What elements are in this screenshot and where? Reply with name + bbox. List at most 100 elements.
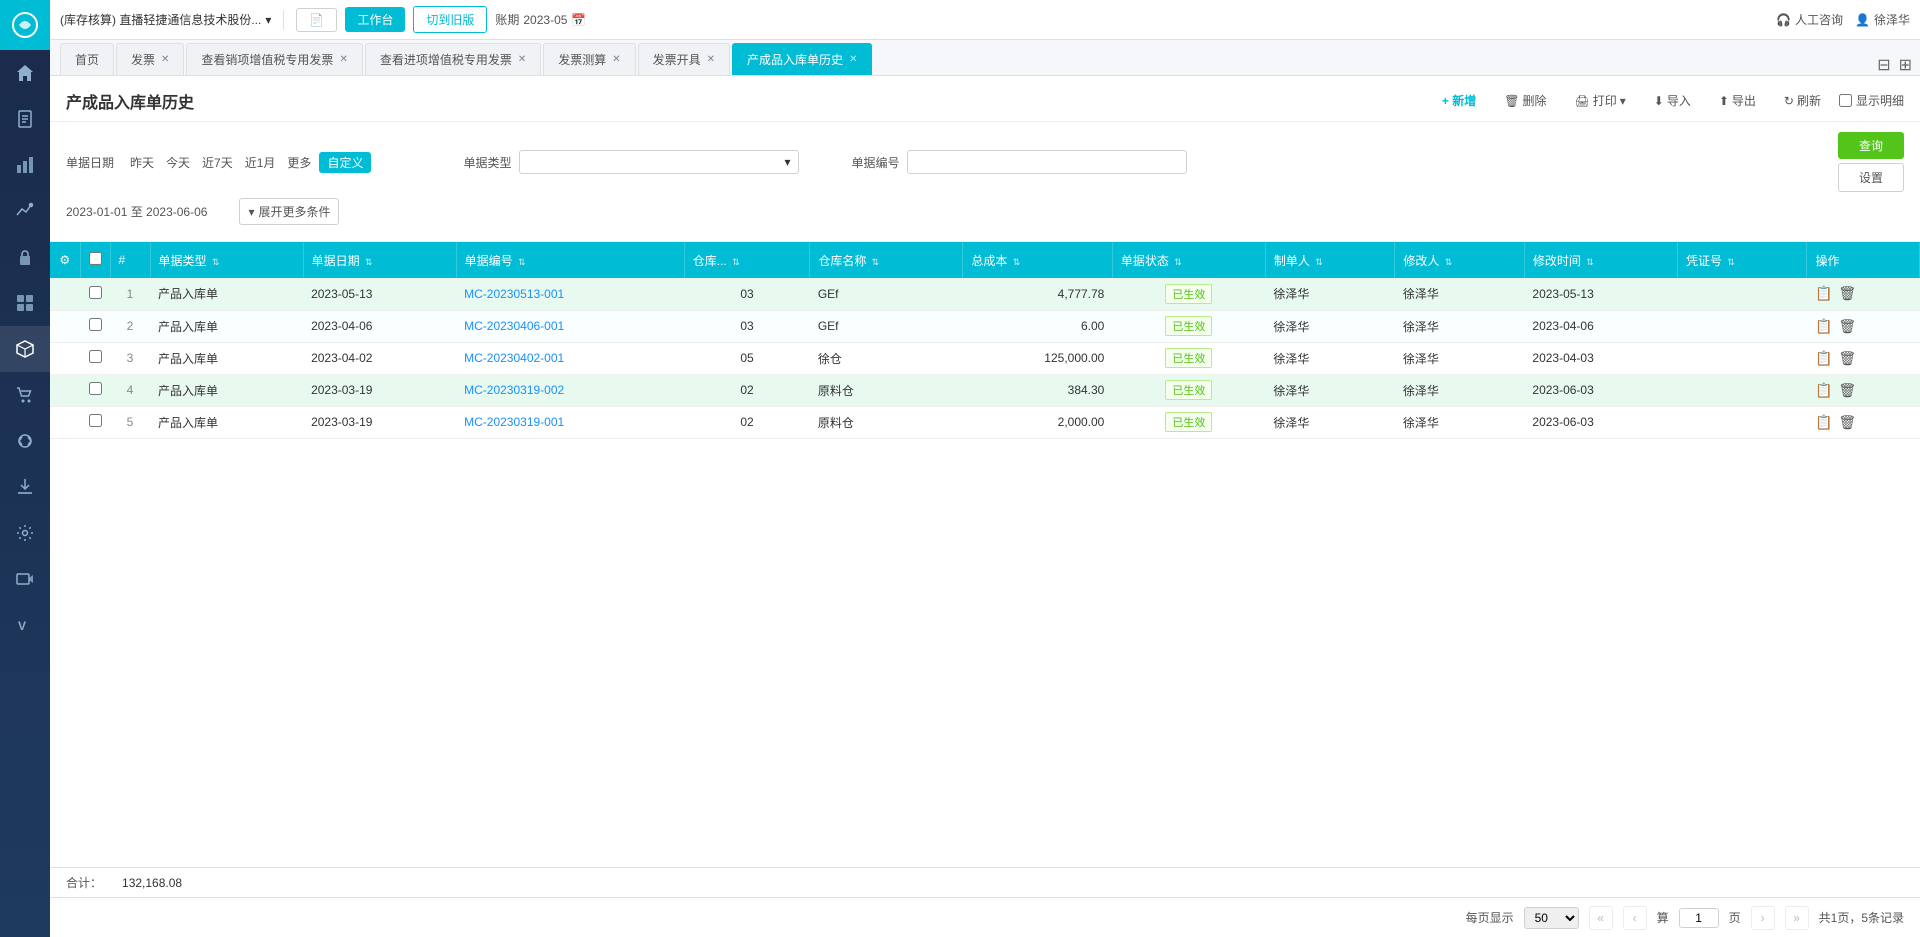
- row-delete-icon[interactable]: 🗑: [1838, 414, 1856, 431]
- date-today-btn[interactable]: 今天: [162, 152, 194, 173]
- col-type[interactable]: 单据类型 ⇅: [150, 242, 303, 278]
- date-more-btn[interactable]: 更多: [283, 152, 315, 173]
- row-checkbox-cell[interactable]: [80, 278, 110, 310]
- date-custom-btn[interactable]: 自定义: [319, 152, 371, 173]
- number-filter-input[interactable]: [907, 150, 1187, 174]
- col-warehouse-code[interactable]: 仓库... ⇅: [684, 242, 810, 278]
- workbench-button[interactable]: 工作台: [345, 7, 405, 32]
- display-toggle-checkbox[interactable]: [1839, 94, 1852, 107]
- row-number-cell[interactable]: MC-20230402-001: [456, 342, 684, 374]
- sidebar-item-chart[interactable]: [0, 142, 50, 188]
- logo[interactable]: [0, 0, 50, 50]
- sidebar-item-loop[interactable]: [0, 418, 50, 464]
- switch-version-button[interactable]: 切到旧版: [413, 6, 487, 33]
- delete-button[interactable]: 🗑 删除: [1494, 88, 1556, 113]
- row-checkbox[interactable]: [89, 318, 102, 331]
- row-number-cell[interactable]: MC-20230319-002: [456, 374, 684, 406]
- tab-sales-vat[interactable]: 查看销项增值税专用发票 ✕: [186, 43, 362, 75]
- topbar-doc-btn[interactable]: 📄: [296, 8, 337, 32]
- col-status[interactable]: 单据状态 ⇅: [1112, 242, 1265, 278]
- sidebar-item-home[interactable]: [0, 50, 50, 96]
- sidebar-item-grid[interactable]: [0, 280, 50, 326]
- tab-sales-vat-close[interactable]: ✕: [339, 54, 347, 65]
- select-all-checkbox[interactable]: [89, 252, 102, 265]
- page-number-input[interactable]: [1679, 908, 1719, 928]
- page-size-select[interactable]: 50 20 100: [1524, 907, 1579, 929]
- query-button[interactable]: 查询: [1838, 132, 1904, 159]
- col-warehouse-name[interactable]: 仓库名称 ⇅: [810, 242, 963, 278]
- row-number-cell[interactable]: MC-20230406-001: [456, 310, 684, 342]
- col-voucher[interactable]: 凭证号 ⇅: [1677, 242, 1806, 278]
- expand-conditions-btn[interactable]: ▾ 展开更多条件: [239, 198, 339, 225]
- row-number-link[interactable]: MC-20230406-001: [464, 319, 564, 333]
- row-checkbox[interactable]: [89, 350, 102, 363]
- row-edit-icon[interactable]: 📋: [1815, 285, 1832, 302]
- row-checkbox-cell[interactable]: [80, 310, 110, 342]
- row-checkbox-cell[interactable]: [80, 406, 110, 438]
- col-date[interactable]: 单据日期 ⇅: [303, 242, 456, 278]
- col-modifier[interactable]: 修改人 ⇅: [1395, 242, 1524, 278]
- print-button[interactable]: 🖨 打印 ▾: [1564, 88, 1635, 113]
- row-checkbox[interactable]: [89, 382, 102, 395]
- col-modify-time[interactable]: 修改时间 ⇅: [1524, 242, 1677, 278]
- tab-invoice-open-close[interactable]: ✕: [707, 54, 715, 65]
- calendar-icon[interactable]: 📅: [571, 13, 586, 27]
- tab-invoice-close[interactable]: ✕: [161, 54, 169, 65]
- first-page-btn[interactable]: «: [1589, 906, 1613, 930]
- row-checkbox[interactable]: [89, 286, 102, 299]
- tab-product-receipt-close[interactable]: ✕: [849, 54, 857, 65]
- row-checkbox[interactable]: [89, 414, 102, 427]
- tab-product-receipt[interactable]: 产成品入库单历史 ✕: [732, 43, 872, 75]
- user-menu[interactable]: 👤 徐泽华: [1855, 11, 1910, 28]
- last-page-btn[interactable]: »: [1785, 906, 1809, 930]
- sidebar-item-purchase[interactable]: [0, 372, 50, 418]
- row-number-link[interactable]: MC-20230402-001: [464, 351, 564, 365]
- support-btn[interactable]: 🎧 人工咨询: [1776, 11, 1843, 28]
- row-checkbox-cell[interactable]: [80, 342, 110, 374]
- tab-home[interactable]: 首页: [60, 43, 114, 75]
- next-page-btn[interactable]: ›: [1751, 906, 1775, 930]
- row-delete-icon[interactable]: 🗑: [1838, 285, 1856, 302]
- row-number-link[interactable]: MC-20230319-002: [464, 383, 564, 397]
- tab-invoice-calc-close[interactable]: ✕: [612, 54, 620, 65]
- tab-purchase-vat-close[interactable]: ✕: [518, 54, 526, 65]
- set-button[interactable]: 设置: [1838, 163, 1904, 192]
- row-delete-icon[interactable]: 🗑: [1838, 382, 1856, 399]
- tab-purchase-vat[interactable]: 查看进项增值税专用发票 ✕: [365, 43, 541, 75]
- tab-invoice[interactable]: 发票 ✕: [116, 43, 184, 75]
- col-settings[interactable]: ⚙: [50, 242, 80, 278]
- export-button[interactable]: ⬆ 导出: [1709, 88, 1766, 113]
- tab-minimize-icon[interactable]: ⊟: [1877, 55, 1890, 75]
- date-yesterday-btn[interactable]: 昨天: [126, 152, 158, 173]
- sidebar-item-video[interactable]: [0, 556, 50, 602]
- sidebar-item-version[interactable]: V: [0, 602, 50, 648]
- row-number-cell[interactable]: MC-20230319-001: [456, 406, 684, 438]
- row-number-link[interactable]: MC-20230513-001: [464, 287, 564, 301]
- date-1month-btn[interactable]: 近1月: [241, 152, 280, 173]
- sidebar-item-settings[interactable]: [0, 510, 50, 556]
- refresh-button[interactable]: ↻ 刷新: [1774, 88, 1831, 113]
- sidebar-item-document[interactable]: [0, 96, 50, 142]
- row-edit-icon[interactable]: 📋: [1815, 318, 1832, 335]
- row-number-cell[interactable]: MC-20230513-001: [456, 278, 684, 310]
- row-edit-icon[interactable]: 📋: [1815, 414, 1832, 431]
- new-button[interactable]: + 新增: [1432, 88, 1486, 113]
- tab-maximize-icon[interactable]: ⊞: [1899, 55, 1912, 75]
- row-delete-icon[interactable]: 🗑: [1838, 350, 1856, 367]
- col-creator[interactable]: 制单人 ⇅: [1265, 242, 1394, 278]
- col-number[interactable]: 单据编号 ⇅: [456, 242, 684, 278]
- col-total-cost[interactable]: 总成本 ⇅: [963, 242, 1112, 278]
- display-toggle[interactable]: 显示明细: [1839, 92, 1904, 109]
- row-delete-icon[interactable]: 🗑: [1838, 318, 1856, 335]
- tab-invoice-calc[interactable]: 发票测算 ✕: [543, 43, 635, 75]
- type-filter-select[interactable]: ▾: [519, 150, 799, 174]
- sidebar-item-analytics[interactable]: [0, 188, 50, 234]
- sidebar-item-download[interactable]: [0, 464, 50, 510]
- tab-invoice-open[interactable]: 发票开具 ✕: [638, 43, 730, 75]
- prev-page-btn[interactable]: ‹: [1623, 906, 1647, 930]
- sidebar-item-inventory[interactable]: [0, 326, 50, 372]
- row-number-link[interactable]: MC-20230319-001: [464, 415, 564, 429]
- date-7days-btn[interactable]: 近7天: [198, 152, 237, 173]
- company-selector[interactable]: (库存核算) 直播轻捷通信息技术股份... ▾: [60, 11, 271, 28]
- sidebar-item-lock[interactable]: [0, 234, 50, 280]
